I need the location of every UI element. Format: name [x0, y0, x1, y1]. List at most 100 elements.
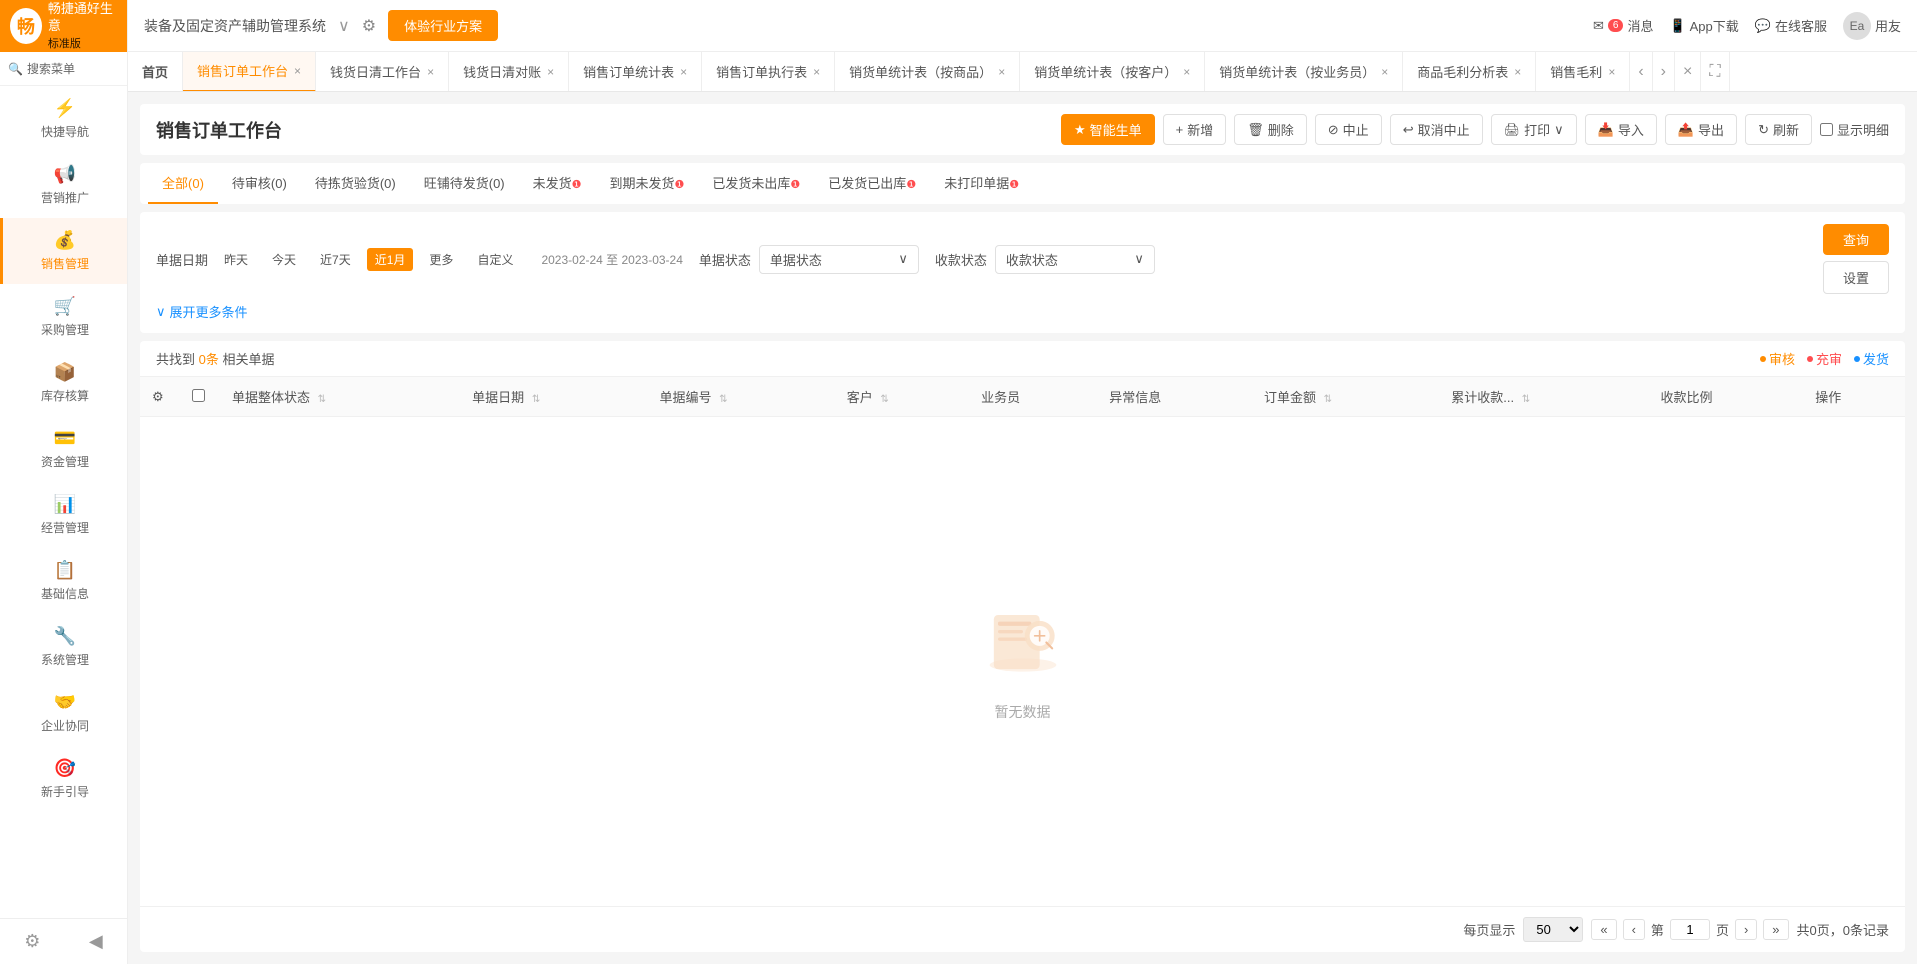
- show-detail-input[interactable]: [1820, 123, 1833, 136]
- tab-home[interactable]: 首页: [128, 52, 183, 92]
- settings-icon[interactable]: ⚙: [24, 931, 40, 952]
- sub-tab-wangpu[interactable]: 旺铺待发货(0): [410, 163, 519, 204]
- table-scrollbar[interactable]: [140, 894, 1905, 906]
- tab-sales-summary-customer[interactable]: 销货单统计表（按客户） ×: [1020, 52, 1205, 92]
- cancel-stop-btn[interactable]: ↩ 取消中止: [1390, 114, 1483, 145]
- tab-sales-summary-staff[interactable]: 销货单统计表（按业务员） ×: [1205, 52, 1403, 92]
- date-btn-today[interactable]: 今天: [264, 248, 304, 271]
- payment-select[interactable]: 收款状态 ∨: [995, 245, 1155, 274]
- batch-ship-btn[interactable]: 发货: [1854, 349, 1889, 368]
- prev-page-btn[interactable]: ‹: [1623, 919, 1645, 940]
- tab-close-sales-workbench[interactable]: ×: [294, 64, 301, 78]
- smart-btn[interactable]: ★ 智能生单: [1061, 114, 1155, 145]
- export-btn[interactable]: 📤 导出: [1665, 114, 1737, 145]
- date-btn-more[interactable]: 更多: [421, 248, 461, 271]
- sort-number-icon[interactable]: ⇅: [719, 394, 727, 405]
- tab-nav-next[interactable]: ›: [1653, 52, 1675, 92]
- page-input[interactable]: [1670, 919, 1710, 940]
- sidebar-nav: ⚡ 快捷导航 📢 营销推广 💰 销售管理 🛒 采购管理 📦 库存核算 💳 资金管…: [0, 86, 127, 918]
- refresh-btn[interactable]: ↻ 刷新: [1745, 114, 1812, 145]
- date-btn-custom[interactable]: 自定义: [469, 248, 521, 271]
- tab-sales-workbench[interactable]: 销售订单工作台 ×: [183, 52, 316, 92]
- stop-btn[interactable]: ⊘ 中止: [1315, 114, 1382, 145]
- sidebar-item-enterprise[interactable]: 🤝 企业协同: [0, 680, 127, 746]
- sidebar-item-basic[interactable]: 📋 基础信息: [0, 548, 127, 614]
- last-page-btn[interactable]: »: [1763, 919, 1788, 940]
- tab-close-sales-exec[interactable]: ×: [813, 65, 820, 79]
- sidebar-item-inventory[interactable]: 📦 库存核算: [0, 350, 127, 416]
- tab-close-sales-summary-customer[interactable]: ×: [1183, 65, 1190, 79]
- sidebar-item-finance[interactable]: 💳 资金管理: [0, 416, 127, 482]
- sub-tab-expired[interactable]: 到期未发货❶: [596, 163, 699, 204]
- online-service-btn[interactable]: 💬 在线客服: [1755, 16, 1827, 35]
- date-btn-yesterday[interactable]: 昨天: [216, 248, 256, 271]
- gear-settings-icon[interactable]: ⚙: [362, 16, 376, 36]
- sidebar-item-shortcut[interactable]: ⚡ 快捷导航: [0, 86, 127, 152]
- sub-tab-all[interactable]: 全部(0): [148, 163, 218, 204]
- sub-tab-not-shipped[interactable]: 未发货❶: [519, 163, 596, 204]
- select-all-checkbox[interactable]: [192, 389, 205, 402]
- sidebar-item-purchase[interactable]: 🛒 采购管理: [0, 284, 127, 350]
- tab-close-margin-analysis[interactable]: ×: [1514, 65, 1521, 79]
- status-select[interactable]: 单据状态 ∨: [759, 245, 919, 274]
- sort-customer-icon[interactable]: ⇅: [880, 394, 888, 405]
- tab-sales-exec[interactable]: 销售订单执行表 ×: [702, 52, 835, 92]
- sub-tab-shipped-not-out[interactable]: 已发货未出库❶: [698, 163, 814, 204]
- tab-close-cash-daily[interactable]: ×: [427, 65, 434, 79]
- first-page-btn[interactable]: «: [1591, 919, 1616, 940]
- print-btn[interactable]: 🖨 打印 ∨: [1491, 114, 1577, 145]
- sort-date-icon[interactable]: ⇅: [532, 394, 540, 405]
- import-btn[interactable]: 📥 导入: [1585, 114, 1657, 145]
- tab-nav-prev[interactable]: ‹: [1630, 52, 1652, 92]
- date-btn-1month[interactable]: 近1月: [367, 248, 414, 271]
- sidebar-item-newbie[interactable]: 🎯 新手引导: [0, 746, 127, 812]
- sort-accumulated-icon[interactable]: ⇅: [1522, 394, 1530, 405]
- sidebar-search[interactable]: 🔍 搜索菜单: [0, 52, 127, 86]
- batch-review-btn[interactable]: 审核: [1760, 349, 1795, 368]
- tab-close-sales-summary-staff[interactable]: ×: [1381, 65, 1388, 79]
- sub-tab-shipped-out[interactable]: 已发货已出库❶: [814, 163, 930, 204]
- tab-cash-reconcile[interactable]: 钱货日清对账 ×: [449, 52, 569, 92]
- expand-icon: ∨: [156, 304, 166, 320]
- next-page-btn[interactable]: ›: [1735, 919, 1757, 940]
- tab-cash-daily[interactable]: 钱货日清工作台 ×: [316, 52, 449, 92]
- tab-maximize[interactable]: ⛶: [1701, 52, 1729, 92]
- delete-btn[interactable]: 🗑 删除: [1234, 114, 1307, 145]
- tab-sales-more[interactable]: 销售毛利 ×: [1536, 52, 1630, 92]
- set-btn[interactable]: 设置: [1823, 261, 1889, 294]
- collapse-icon[interactable]: ◀: [89, 931, 103, 952]
- date-btn-7days[interactable]: 近7天: [312, 248, 359, 271]
- tab-close-all[interactable]: ×: [1675, 52, 1701, 92]
- query-btn[interactable]: 查询: [1823, 224, 1889, 255]
- tab-sales-summary-product[interactable]: 销货单统计表（按商品） ×: [835, 52, 1020, 92]
- tab-close-sales-stats[interactable]: ×: [680, 65, 687, 79]
- app-download-btn[interactable]: 📱 App下载: [1669, 16, 1738, 35]
- per-page-select[interactable]: 50 20 100: [1523, 917, 1583, 942]
- status-dropdown-icon: ∨: [898, 251, 908, 267]
- sub-tab-not-printed[interactable]: 未打印单据❶: [930, 163, 1033, 204]
- tab-close-sales-summary-product[interactable]: ×: [998, 65, 1005, 79]
- sub-tab-pending-inspect[interactable]: 待拣货验货(0): [301, 163, 410, 204]
- sidebar-item-operation[interactable]: 📊 经营管理: [0, 482, 127, 548]
- tab-margin-analysis[interactable]: 商品毛利分析表 ×: [1403, 52, 1536, 92]
- sidebar-item-sales[interactable]: 💰 销售管理: [0, 218, 127, 284]
- column-settings-icon[interactable]: ⚙: [152, 389, 164, 404]
- show-detail-checkbox[interactable]: 显示明细: [1820, 120, 1889, 139]
- add-btn[interactable]: + 新增: [1163, 114, 1227, 145]
- sub-tab-pending-inspect-count: (0): [380, 176, 396, 191]
- message-btn[interactable]: ✉ 6 消息: [1593, 16, 1653, 35]
- batch-unreviewed-btn[interactable]: 充审: [1807, 349, 1842, 368]
- expand-btn[interactable]: ∨ 展开更多条件: [156, 302, 1889, 321]
- sidebar-item-marketing[interactable]: 📢 营销推广: [0, 152, 127, 218]
- trial-btn[interactable]: 体验行业方案: [388, 10, 498, 41]
- tab-sales-stats[interactable]: 销售订单统计表 ×: [569, 52, 702, 92]
- tab-close-sales-more[interactable]: ×: [1608, 65, 1615, 79]
- sort-status-icon[interactable]: ⇅: [318, 394, 326, 405]
- sidebar-item-system[interactable]: 🔧 系统管理: [0, 614, 127, 680]
- dropdown-icon[interactable]: ∨: [338, 16, 350, 36]
- sub-tab-pending-review[interactable]: 待审核(0): [218, 163, 301, 204]
- sort-amount-icon[interactable]: ⇅: [1324, 394, 1332, 405]
- tab-close-cash-reconcile[interactable]: ×: [547, 65, 554, 79]
- user-menu[interactable]: Ea 用友: [1843, 12, 1901, 40]
- print-dropdown-icon[interactable]: ∨: [1554, 122, 1564, 138]
